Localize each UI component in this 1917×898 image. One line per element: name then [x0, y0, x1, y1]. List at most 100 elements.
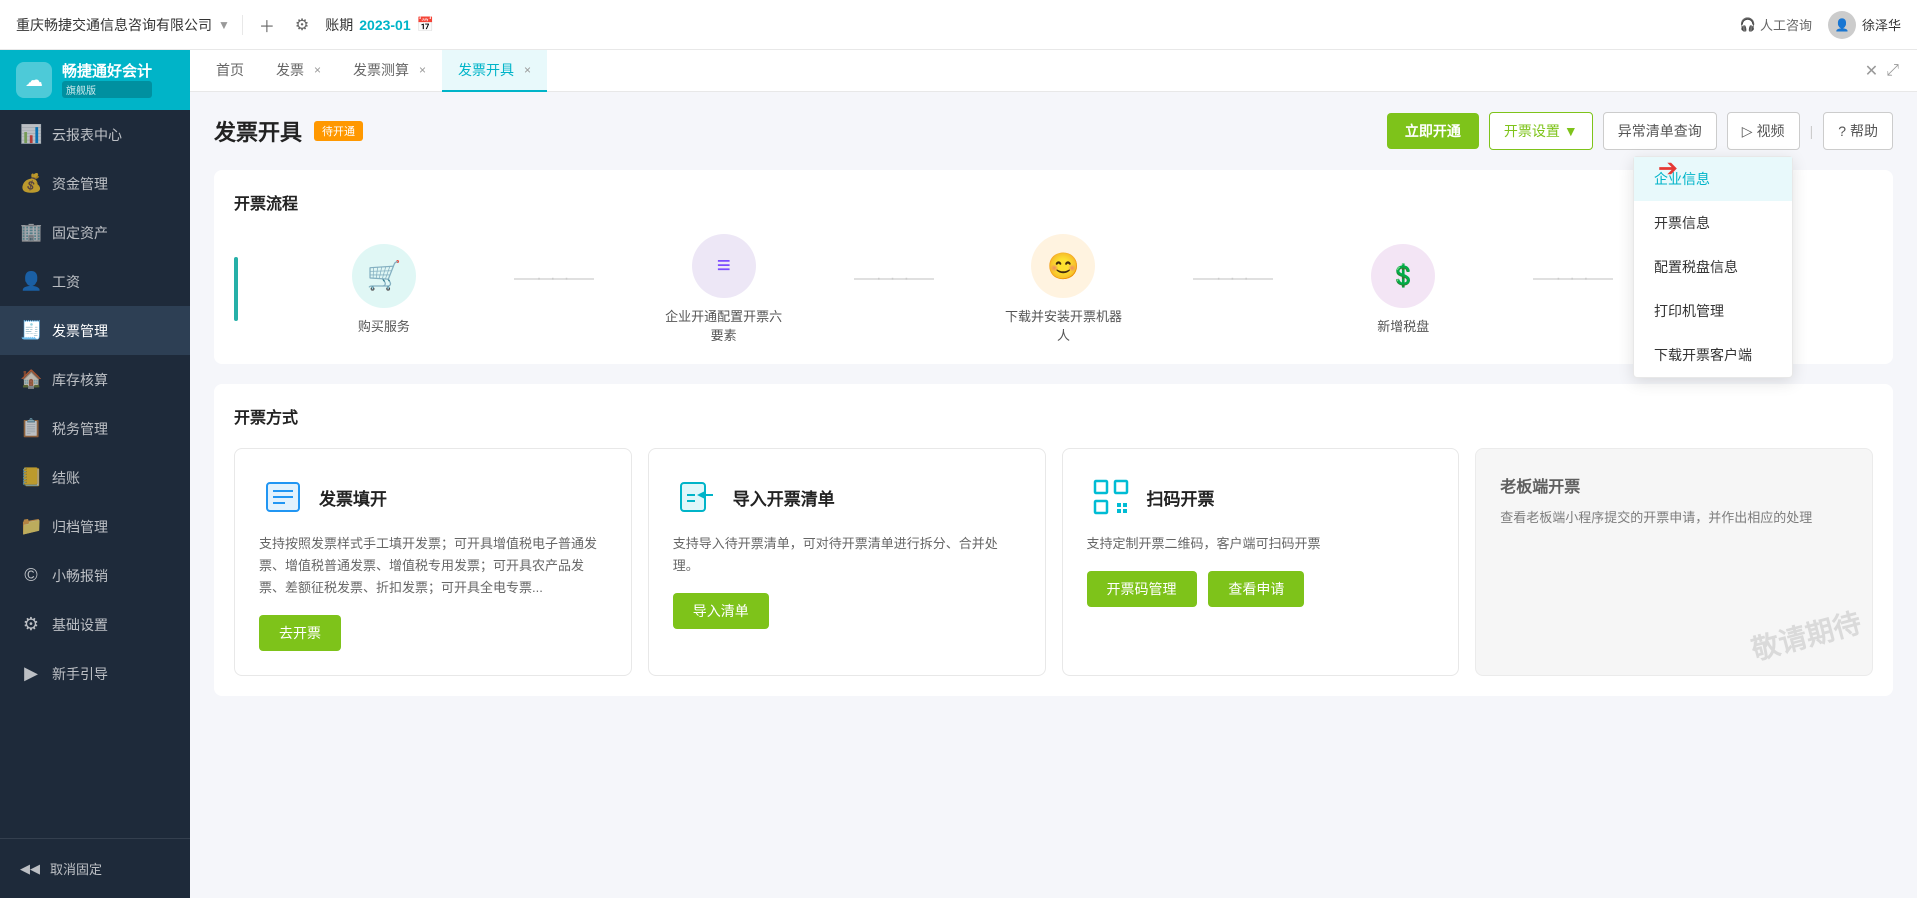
tab-invoice-close[interactable]: ×: [314, 63, 321, 77]
header-divider-1: [242, 15, 243, 35]
tax-mgmt-icon: 📋: [20, 418, 42, 439]
invoice-mgmt-icon: 🧾: [20, 320, 42, 341]
import-invoice-icon: [673, 473, 721, 521]
new-guide-icon: ▶: [20, 663, 42, 684]
flow-steps: 🛒 购买服务 · · · ≡ 企业开通配置开票六要素 · · ·: [234, 234, 1873, 344]
calendar-icon[interactable]: 📅: [417, 16, 434, 33]
settings-dropdown-button[interactable]: 开票设置 ▼: [1489, 112, 1593, 150]
sidebar-item-fixed-assets[interactable]: 🏢 固定资产: [0, 208, 190, 257]
flow-connector-1: · · ·: [514, 278, 594, 280]
sidebar-item-inventory[interactable]: 🏠 库存核算: [0, 355, 190, 404]
user-info[interactable]: 👤 徐泽华: [1828, 11, 1901, 39]
service-button[interactable]: 🎧 人工咨询: [1740, 15, 1812, 34]
dropdown-item-download-client[interactable]: 下载开票客户端: [1634, 333, 1792, 377]
flow-step-add-tax-disk: 💲 新增税盘: [1273, 244, 1533, 335]
method-section: 开票方式: [214, 384, 1893, 696]
video-button[interactable]: ▷ 视频: [1727, 112, 1800, 150]
abnormal-list-button[interactable]: 异常清单查询: [1603, 112, 1717, 150]
report-icon: ©: [20, 565, 42, 586]
method-card-fill-invoice: 发票填开 支持按照发票样式手工填开发票；可开具增值税电子普通发票、增值税普通发票…: [234, 448, 632, 676]
fill-invoice-header: 发票填开: [259, 473, 607, 521]
method-card-boss-invoice: 老板端开票 查看老板端小程序提交的开票申请，并作出相应的处理 敬请期待: [1475, 448, 1873, 676]
help-circle-icon: ?: [1838, 123, 1846, 139]
buy-service-icon: 🛒: [352, 244, 416, 308]
sidebar-item-accounting[interactable]: 📒 结账: [0, 453, 190, 502]
logo-icon: ☁: [16, 62, 52, 98]
flow-step-download-install: 😊 下载并安装开票机器人: [934, 234, 1194, 344]
tab-home[interactable]: 首页: [200, 50, 260, 92]
page-title: 发票开具: [214, 115, 302, 147]
scan-invoice-icon: [1087, 473, 1135, 521]
header-actions: 立即开通 开票设置 ▼ 异常清单查询 ▷ 视频 | ? 帮助: [1387, 112, 1893, 150]
tab-window-controls: ✕ ⤢: [1865, 61, 1907, 81]
sidebar-logo: ☁ 畅捷通好会计 旗舰版: [0, 50, 190, 110]
flow-step-buy-service: 🛒 购买服务: [254, 244, 514, 335]
top-header: 重庆畅捷交通信息咨询有限公司 ▼ ＋ ⚙ 账期 2023-01 📅 🎧 人工咨询…: [0, 0, 1917, 50]
period-label: 账期 2023-01 📅: [325, 15, 434, 35]
sidebar-item-report[interactable]: © 小畅报销: [0, 551, 190, 600]
tab-invoice-issue[interactable]: 发票开具 ×: [442, 50, 547, 92]
fill-invoice-icon: [259, 473, 307, 521]
cancel-fixed-icon: ◀◀: [20, 861, 40, 877]
maximize-window-button[interactable]: ⤢: [1886, 62, 1899, 80]
company-selector[interactable]: 重庆畅捷交通信息咨询有限公司 ▼: [16, 15, 230, 35]
method-card-scan-invoice: 扫码开票 支持定制开票二维码，客户端可扫码开票 开票码管理 查看申请: [1062, 448, 1460, 676]
header-right: 🎧 人工咨询 👤 徐泽华: [1740, 11, 1901, 39]
download-install-icon: 😊: [1031, 234, 1095, 298]
add-tax-disk-icon: 💲: [1371, 244, 1435, 308]
sidebar-item-cloud-report[interactable]: 📊 云报表中心: [0, 110, 190, 159]
archive-icon: 📁: [20, 516, 42, 537]
help-button[interactable]: ? 帮助: [1823, 112, 1893, 150]
dropdown-item-printer-mgmt[interactable]: 打印机管理: [1634, 289, 1792, 333]
tab-invoice[interactable]: 发票 ×: [260, 50, 337, 92]
tab-invoice-issue-close[interactable]: ×: [524, 63, 531, 77]
tab-invoice-calc[interactable]: 发票测算 ×: [337, 50, 442, 92]
tabs-bar: 首页 发票 × 发票测算 × 发票开具 × ✕ ⤢: [190, 50, 1917, 92]
flow-left-bar: [234, 257, 238, 321]
import-invoice-header: 导入开票清单: [673, 473, 1021, 521]
scan-invoice-header: 扫码开票: [1087, 473, 1435, 521]
settings-dropdown-arrow-icon: ▼: [1564, 123, 1578, 139]
settings-icon[interactable]: ⚙: [291, 11, 313, 39]
sidebar-item-basic-settings[interactable]: ⚙ 基础设置: [0, 600, 190, 649]
sidebar-cancel-fixed[interactable]: ◀◀ 取消固定: [0, 849, 190, 888]
flow-connector-3: · · ·: [1193, 278, 1273, 280]
tab-invoice-calc-close[interactable]: ×: [419, 63, 426, 77]
overlay-pending-text: 敬请期待: [1747, 601, 1866, 669]
sidebar-item-archive-mgmt[interactable]: 📁 归档管理: [0, 502, 190, 551]
main-layout: ☁ 畅捷通好会计 旗舰版 📊 云报表中心 💰 资金管理 🏢 固定资产 👤: [0, 50, 1917, 898]
method-card-import-invoice: 导入开票清单 支持导入待开票清单，可对待开票清单进行拆分、合并处理。 导入清单: [648, 448, 1046, 676]
sidebar: ☁ 畅捷通好会计 旗舰版 📊 云报表中心 💰 资金管理 🏢 固定资产 👤: [0, 50, 190, 898]
dropdown-item-tax-disk-config[interactable]: 配置税盘信息: [1634, 245, 1792, 289]
page-title-area: 发票开具 待开通: [214, 115, 363, 147]
sidebar-item-fund-mgmt[interactable]: 💰 资金管理: [0, 159, 190, 208]
flow-connector-2: · · ·: [854, 278, 934, 280]
page-content: 发票开具 待开通 立即开通 开票设置 ▼ 异常清单查询 ▷ 视频 |: [190, 92, 1917, 898]
view-application-button[interactable]: 查看申请: [1208, 571, 1304, 607]
payroll-icon: 👤: [20, 271, 42, 292]
import-list-button[interactable]: 导入清单: [673, 593, 769, 629]
divider-v: |: [1810, 123, 1814, 139]
dropdown-item-invoice-info[interactable]: 开票信息: [1634, 201, 1792, 245]
play-icon: ▷: [1742, 123, 1753, 140]
cloud-report-icon: 📊: [20, 124, 42, 145]
avatar: 👤: [1828, 11, 1856, 39]
sidebar-item-payroll[interactable]: 👤 工资: [0, 257, 190, 306]
company-name: 重庆畅捷交通信息咨询有限公司: [16, 15, 212, 35]
scan-code-mgmt-button[interactable]: 开票码管理: [1087, 571, 1197, 607]
content-area: 首页 发票 × 发票测算 × 发票开具 × ✕ ⤢: [190, 50, 1917, 898]
fill-invoice-go-button[interactable]: 去开票: [259, 615, 341, 651]
fund-icon: 💰: [20, 173, 42, 194]
close-window-button[interactable]: ✕: [1865, 61, 1878, 81]
flow-connector-4: · · ·: [1533, 278, 1613, 280]
basic-settings-icon: ⚙: [20, 614, 42, 635]
config-enterprise-icon: ≡: [692, 234, 756, 298]
activate-button[interactable]: 立即开通: [1387, 113, 1479, 149]
sidebar-item-tax-mgmt[interactable]: 📋 税务管理: [0, 404, 190, 453]
sidebar-item-invoice-mgmt[interactable]: 🧾 发票管理: [0, 306, 190, 355]
sidebar-scroll: 📊 云报表中心 💰 资金管理 🏢 固定资产 👤 工资 🧾 发票管理 🏠: [0, 110, 190, 838]
sidebar-item-new-guide[interactable]: ▶ 新手引导: [0, 649, 190, 698]
flow-step-config-enterprise: ≡ 企业开通配置开票六要素: [594, 234, 854, 344]
logo-text-area: 畅捷通好会计 旗舰版: [62, 63, 152, 98]
add-tab-button[interactable]: ＋: [255, 9, 279, 41]
